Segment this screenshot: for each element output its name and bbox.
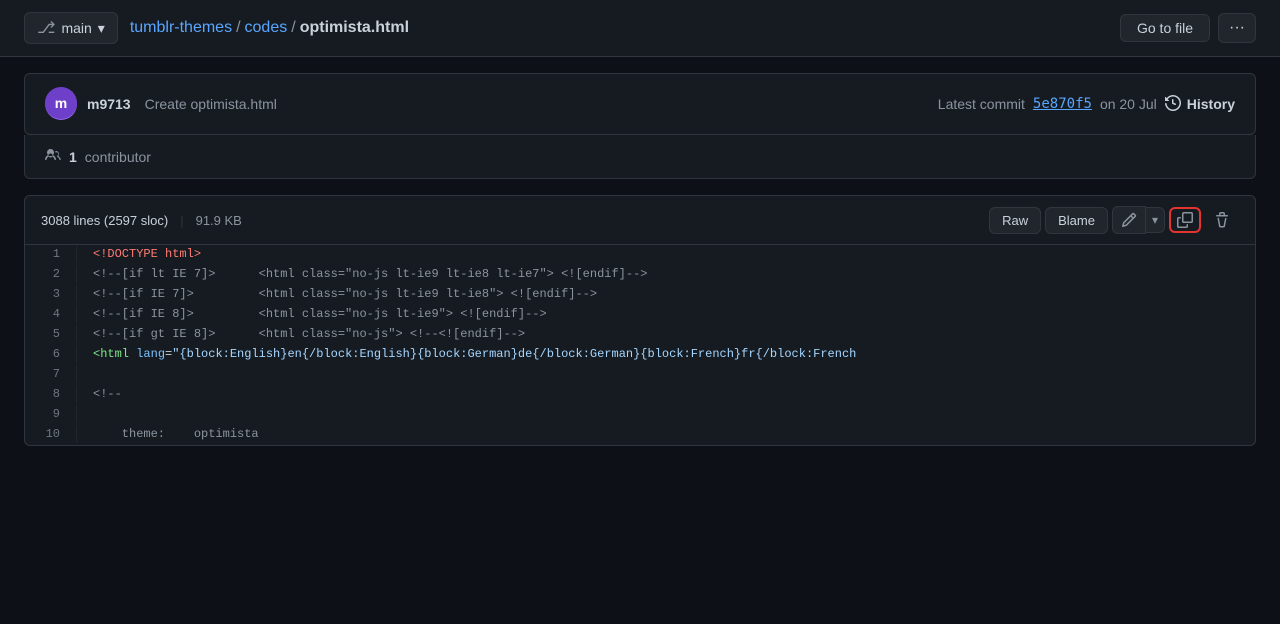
contributors-icon (45, 147, 61, 166)
commit-left: m m9713 Create optimista.html (45, 88, 277, 120)
branch-dropdown-arrow: ▾ (98, 20, 105, 37)
line-content-5: <!--[if gt IE 8]> <html class="no-js"> <… (77, 325, 1255, 343)
code-line: 4 <!--[if IE 8]> <html class="no-js lt-i… (25, 305, 1255, 325)
branch-selector[interactable]: ⎇ main ▾ (24, 12, 118, 44)
commit-message: Create optimista.html (145, 96, 277, 112)
code-line: 1 <!DOCTYPE html> (25, 245, 1255, 265)
breadcrumb-sep-1: / (236, 19, 240, 37)
code-line: 5 <!--[if gt IE 8]> <html class="no-js">… (25, 325, 1255, 345)
branch-icon: ⎇ (37, 18, 55, 38)
file-lines: 3088 lines (2597 sloc) (41, 213, 168, 228)
line-num-1: 1 (25, 245, 77, 263)
line-content-3: <!--[if IE 7]> <html class="no-js lt-ie9… (77, 285, 1255, 303)
breadcrumb-tumblr-themes[interactable]: tumblr-themes (130, 19, 232, 37)
code-line: 8 <!-- (25, 385, 1255, 405)
breadcrumb-sep-2: / (291, 19, 295, 37)
code-line: 2 <!--[if lt IE 7]> <html class="no-js l… (25, 265, 1255, 285)
file-actions: Raw Blame ▾ (989, 206, 1239, 234)
line-content-8: <!-- (77, 385, 1255, 403)
history-icon (1165, 95, 1181, 114)
code-line: 3 <!--[if IE 7]> <html class="no-js lt-i… (25, 285, 1255, 305)
file-meta-separator: | (180, 213, 183, 228)
commit-date: on 20 Jul (1100, 96, 1157, 112)
svg-text:m: m (55, 95, 67, 111)
line-num-3: 3 (25, 285, 77, 303)
line-num-5: 5 (25, 325, 77, 343)
code-line: 7 (25, 365, 1255, 385)
edit-dropdown: ▾ (1112, 206, 1165, 234)
top-bar-right: Go to file ··· (1120, 13, 1256, 43)
raw-button[interactable]: Raw (989, 207, 1041, 234)
line-content-9 (77, 405, 1255, 409)
commit-bar: m m9713 Create optimista.html Latest com… (24, 73, 1256, 135)
branch-name: main (61, 20, 91, 36)
line-num-6: 6 (25, 345, 77, 363)
go-to-file-button[interactable]: Go to file (1120, 14, 1210, 42)
line-num-7: 7 (25, 365, 77, 383)
history-label: History (1187, 96, 1235, 112)
history-button[interactable]: History (1165, 95, 1235, 114)
commit-right: Latest commit 5e870f5 on 20 Jul History (938, 95, 1235, 114)
latest-commit-text: Latest commit (938, 96, 1025, 112)
contributor-count: 1 (69, 149, 77, 165)
more-options-button[interactable]: ··· (1218, 13, 1256, 43)
commit-hash[interactable]: 5e870f5 (1033, 96, 1092, 112)
file-header: 3088 lines (2597 sloc) (function(){ cons… (25, 196, 1255, 245)
breadcrumb-codes[interactable]: codes (245, 19, 288, 37)
top-bar-left: ⎇ main ▾ tumblr-themes / codes / optimis… (24, 12, 409, 44)
edit-dropdown-caret[interactable]: ▾ (1146, 207, 1165, 233)
edit-button[interactable] (1112, 206, 1146, 234)
copy-button[interactable] (1169, 207, 1201, 233)
line-content-6: <html lang="{block:English}en{/block:Eng… (77, 345, 1255, 363)
line-content-1: <!DOCTYPE html> (77, 245, 1255, 263)
file-lines-info: 3088 lines (2597 sloc) (function(){ cons… (41, 213, 168, 228)
delete-button[interactable] (1205, 206, 1239, 234)
code-line: 6 <html lang="{block:English}en{/block:E… (25, 345, 1255, 365)
line-num-2: 2 (25, 265, 77, 283)
commit-author[interactable]: m9713 (87, 96, 131, 112)
breadcrumb: tumblr-themes / codes / optimista.html (130, 19, 409, 37)
avatar: m (45, 88, 77, 120)
code-content: 1 <!DOCTYPE html> 2 <!--[if lt IE 7]> <h… (25, 245, 1255, 445)
contributor-label: contributor (85, 149, 151, 165)
line-num-9: 9 (25, 405, 77, 423)
line-num-4: 4 (25, 305, 77, 323)
blame-button[interactable]: Blame (1045, 207, 1108, 234)
code-line: 9 (25, 405, 1255, 425)
breadcrumb-current: optimista.html (300, 19, 409, 37)
code-line: 10 theme: optimista (25, 425, 1255, 445)
top-bar: ⎇ main ▾ tumblr-themes / codes / optimis… (0, 0, 1280, 57)
line-num-10: 10 (25, 425, 77, 443)
avatar-img: m (45, 87, 77, 122)
line-content-4: <!--[if IE 8]> <html class="no-js lt-ie9… (77, 305, 1255, 323)
line-content-7 (77, 365, 1255, 369)
contributors-bar: 1 contributor (24, 135, 1256, 179)
line-num-8: 8 (25, 385, 77, 403)
line-content-10: theme: optimista (77, 425, 1255, 443)
file-view: 3088 lines (2597 sloc) (function(){ cons… (24, 195, 1256, 446)
file-size: 91.9 KB (196, 213, 242, 228)
file-meta: 3088 lines (2597 sloc) (function(){ cons… (41, 213, 242, 228)
line-content-2: <!--[if lt IE 7]> <html class="no-js lt-… (77, 265, 1255, 283)
